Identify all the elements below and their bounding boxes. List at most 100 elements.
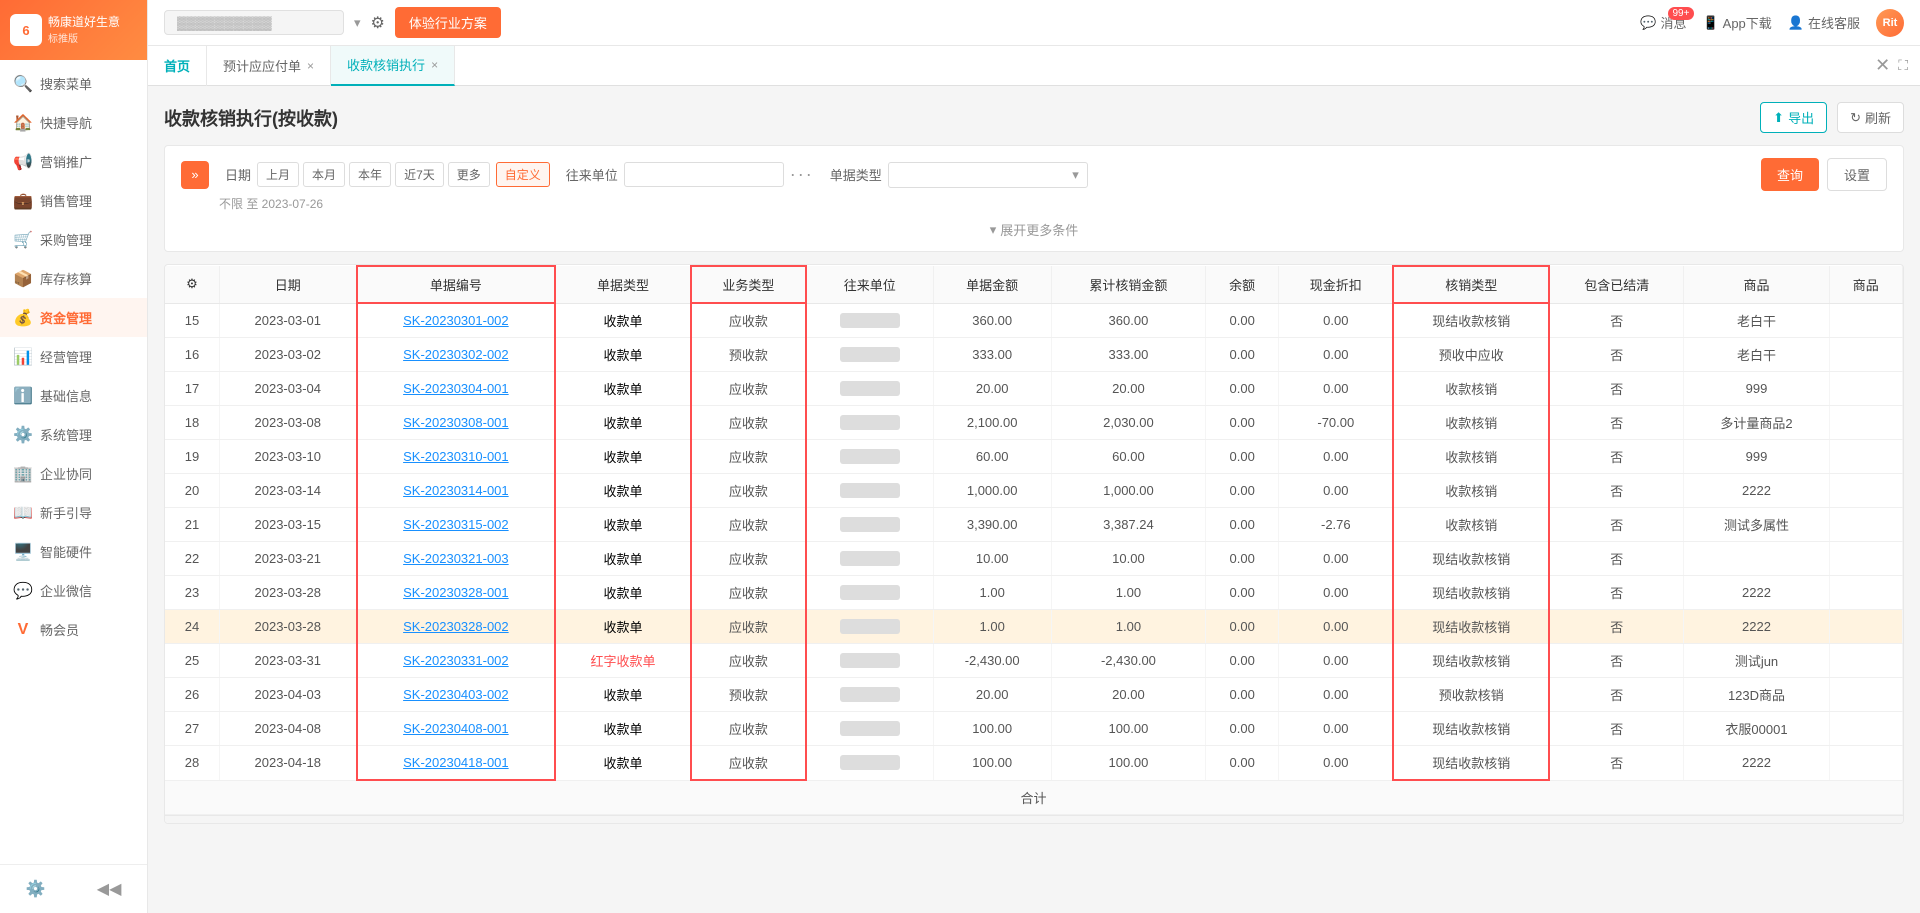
table-cell-amount: 333.00 — [933, 338, 1051, 372]
filter-this-month-btn[interactable]: 本月 — [303, 162, 345, 187]
basic-icon: ℹ️ — [14, 387, 32, 405]
industry-solution-btn[interactable]: 体验行业方案 — [395, 7, 501, 38]
table-cell-product1: 999 — [1684, 372, 1829, 406]
page-content: 收款核销执行(按收款) ⬆ 导出 ↻ 刷新 » 日期 — [148, 86, 1920, 913]
doc-no-link[interactable]: SK-20230302-002 — [403, 347, 509, 362]
sidebar-item-marketing[interactable]: 📢 营销推广 — [0, 142, 147, 181]
filter-doctype-select[interactable]: ▾ — [888, 162, 1088, 188]
tab-prepay[interactable]: 预计应应付单 × — [207, 46, 331, 86]
tab-home[interactable]: 首页 — [148, 46, 207, 86]
sidebar-item-hardware[interactable]: 🖥️ 智能硬件 — [0, 532, 147, 571]
doc-no-link[interactable]: SK-20230308-001 — [403, 415, 509, 430]
tabs-expand-btn[interactable]: ⛶ — [1898, 57, 1908, 74]
table-cell-doc-no: SK-20230408-001 — [357, 712, 556, 746]
table-cell-doc-no: SK-20230310-001 — [357, 440, 556, 474]
doc-no-link[interactable]: SK-20230301-002 — [403, 313, 509, 328]
export-icon: ⬆ — [1773, 110, 1784, 126]
filter-last-month-btn[interactable]: 上月 — [257, 162, 299, 187]
topbar-right: 💬 消息 99+ 📱 App下载 👤 在线客服 Rit — [1640, 9, 1904, 37]
topbar-dropdown-arrow[interactable]: ▾ — [354, 15, 361, 31]
sidebar-logo-icon: 6 — [10, 14, 42, 46]
table-cell-doc-no: SK-20230418-001 — [357, 746, 556, 781]
table-horizontal-scrollbar[interactable] — [165, 815, 1903, 823]
table-cell-include-settled: 否 — [1549, 508, 1684, 542]
refresh-btn[interactable]: ↻ 刷新 — [1837, 102, 1904, 133]
tab-collection-close[interactable]: × — [431, 58, 438, 72]
topbar-user-avatar[interactable]: Rit — [1876, 9, 1904, 37]
topbar-search-box[interactable]: ▓▓▓▓▓▓▓▓▓▓ — [164, 10, 344, 35]
table-cell-product2 — [1829, 746, 1902, 781]
doc-no-link[interactable]: SK-20230418-001 — [403, 755, 509, 770]
col-header-settings[interactable]: ⚙ — [165, 266, 219, 303]
doc-no-link[interactable]: SK-20230314-001 — [403, 483, 509, 498]
table-cell-date: 2023-04-03 — [219, 678, 356, 712]
table-cell-doc-no: SK-20230321-003 — [357, 542, 556, 576]
doc-no-link[interactable]: SK-20230328-002 — [403, 619, 509, 634]
table-cell-biz-type: 应收款 — [691, 440, 806, 474]
topbar-service-btn[interactable]: 👤 在线客服 — [1788, 13, 1860, 32]
export-btn[interactable]: ⬆ 导出 — [1760, 102, 1827, 133]
filter-more-date-btn[interactable]: 更多 — [448, 162, 490, 187]
table-cell-partner: ██████ — [806, 746, 933, 781]
sidebar-item-system[interactable]: ⚙️ 系统管理 — [0, 415, 147, 454]
query-btn[interactable]: 查询 — [1761, 158, 1819, 191]
topbar-message-btn[interactable]: 💬 消息 99+ — [1640, 13, 1686, 32]
table-cell-partner: ██████ — [806, 303, 933, 338]
table-cell-accum: 1.00 — [1051, 576, 1205, 610]
filter-row: » 日期 上月 本月 本年 近7天 更多 自定义 往来单位 — [181, 158, 1887, 191]
sidebar-item-operations[interactable]: 📊 经营管理 — [0, 337, 147, 376]
filter-dots-btn[interactable]: ··· — [790, 164, 814, 185]
sidebar-item-basic[interactable]: ℹ️ 基础信息 — [0, 376, 147, 415]
sidebar-settings-btn[interactable]: ⚙️ — [20, 873, 52, 905]
table-cell-no: 17 — [165, 372, 219, 406]
filter-expand-btn[interactable]: » — [181, 161, 209, 189]
doc-no-link[interactable]: SK-20230403-002 — [403, 687, 509, 702]
doc-no-link[interactable]: SK-20230321-003 — [403, 551, 509, 566]
sidebar-item-finance[interactable]: 💰 资金管理 — [0, 298, 147, 337]
table-cell-write-off-type: 现结收款核销 — [1393, 746, 1549, 781]
topbar-app-btn[interactable]: 📱 App下载 — [1702, 13, 1771, 32]
page-actions: ⬆ 导出 ↻ 刷新 — [1760, 102, 1904, 133]
filter-custom-date-btn[interactable]: 自定义 — [496, 162, 550, 187]
sidebar-item-wechat[interactable]: 💬 企业微信 — [0, 571, 147, 610]
table-cell-cash-discount: 0.00 — [1279, 372, 1394, 406]
sidebar-item-inventory[interactable]: 📦 库存核算 — [0, 259, 147, 298]
sidebar-item-member[interactable]: V 畅会员 — [0, 610, 147, 649]
tab-collection[interactable]: 收款核销执行 × — [331, 46, 455, 86]
doc-no-link[interactable]: SK-20230328-001 — [403, 585, 509, 600]
sidebar-item-purchase[interactable]: 🛒 采购管理 — [0, 220, 147, 259]
sidebar-item-sales[interactable]: 💼 销售管理 — [0, 181, 147, 220]
table-cell-write-off-type: 现结收款核销 — [1393, 542, 1549, 576]
filter-panel: » 日期 上月 本月 本年 近7天 更多 自定义 往来单位 — [164, 145, 1904, 252]
table-cell-amount: 20.00 — [933, 372, 1051, 406]
doc-no-link[interactable]: SK-20230408-001 — [403, 721, 509, 736]
filter-settings-btn[interactable]: 设置 — [1827, 158, 1887, 191]
table-cell-include-settled: 否 — [1549, 338, 1684, 372]
doc-no-link[interactable]: SK-20230331-002 — [403, 653, 509, 668]
table-cell-product1: 测试jun — [1684, 644, 1829, 678]
sidebar-item-guide[interactable]: 📖 新手引导 — [0, 493, 147, 532]
table-cell-no: 21 — [165, 508, 219, 542]
table-cell-product2 — [1829, 372, 1902, 406]
filter-this-year-btn[interactable]: 本年 — [349, 162, 391, 187]
table-cell-amount: -2,430.00 — [933, 644, 1051, 678]
doc-no-link[interactable]: SK-20230315-002 — [403, 517, 509, 532]
tab-prepay-close[interactable]: × — [307, 59, 314, 73]
filter-partner-select[interactable] — [624, 162, 784, 187]
sidebar-item-company[interactable]: 🏢 企业协同 — [0, 454, 147, 493]
table-cell-amount: 100.00 — [933, 712, 1051, 746]
filter-date-label: 日期 — [225, 165, 251, 184]
doc-no-link[interactable]: SK-20230310-001 — [403, 449, 509, 464]
sidebar-item-search[interactable]: 🔍 搜索菜单 — [0, 64, 147, 103]
filter-7days-btn[interactable]: 近7天 — [395, 162, 444, 187]
table-cell-no: 26 — [165, 678, 219, 712]
table-cell-cash-discount: 0.00 — [1279, 610, 1394, 644]
sidebar-item-quick-nav[interactable]: 🏠 快捷导航 — [0, 103, 147, 142]
expand-more-conditions-btn[interactable]: ▾ 展开更多条件 — [990, 220, 1079, 239]
topbar-gear-icon[interactable]: ⚙ — [371, 13, 385, 33]
sidebar-collapse-btn[interactable]: ◀◀ — [91, 873, 128, 905]
guide-icon: 📖 — [14, 504, 32, 522]
doc-no-link[interactable]: SK-20230304-001 — [403, 381, 509, 396]
table-cell-accum: 100.00 — [1051, 746, 1205, 781]
tabs-close-all-btn[interactable]: ✕ — [1875, 55, 1890, 76]
